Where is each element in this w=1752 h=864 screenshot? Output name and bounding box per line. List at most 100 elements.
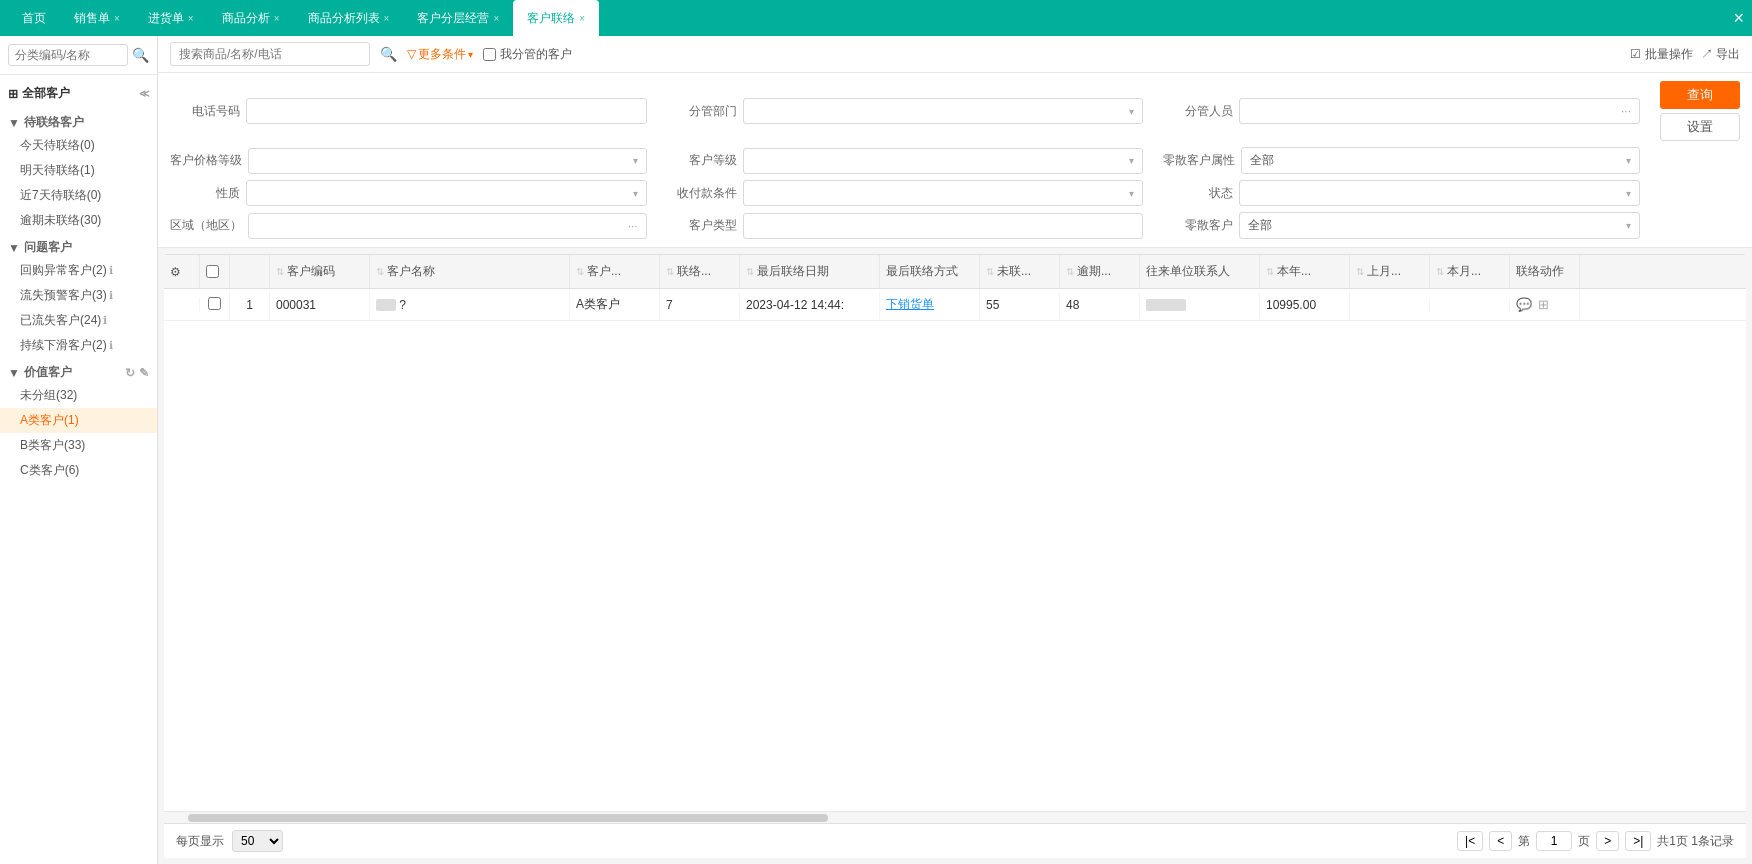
region-select[interactable]: ··· <box>248 213 647 239</box>
page-size-select[interactable]: 50 100 200 <box>232 830 283 852</box>
prev-page-button[interactable]: < <box>1489 831 1512 851</box>
nav-tab-purchase[interactable]: 进货单 × <box>134 0 208 36</box>
sidebar-item-b-class[interactable]: B类客户(33) <box>0 433 157 458</box>
sidebar-search-input[interactable] <box>8 44 128 66</box>
table-scrollbar[interactable] <box>164 811 1746 823</box>
value-refresh-icon[interactable]: ↻ <box>125 366 135 380</box>
a-class-label: A类客户(1) <box>20 412 79 429</box>
filter-row-1: 电话号码 分管部门 ▾ 分管人员 ··· <box>170 81 1740 141</box>
tab-analysis-close[interactable]: × <box>274 13 280 24</box>
last-page-button[interactable]: >| <box>1625 831 1651 851</box>
my-customer-checkbox[interactable] <box>483 48 496 61</box>
contact-sort-icon[interactable]: ⇅ <box>666 266 674 277</box>
retail-customer-select[interactable]: 全部 ▾ <box>1239 212 1640 239</box>
retail-attr-label: 零散客户属性 <box>1163 152 1235 169</box>
filter-search-button[interactable]: 🔍 <box>380 46 397 62</box>
select-all-checkbox[interactable] <box>206 265 219 278</box>
close-all-tabs[interactable]: × <box>1733 8 1744 29</box>
thismonth-sort-icon[interactable]: ⇅ <box>1436 266 1444 277</box>
nav-tab-analysis[interactable]: 商品分析 × <box>208 0 294 36</box>
sidebar-item-7days[interactable]: 近7天待联络(0) <box>0 183 157 208</box>
grid-icon: ⊞ <box>8 87 18 101</box>
sidebar-item-declining[interactable]: 持续下滑客户(2) ℹ <box>0 333 157 358</box>
table-footer: 每页显示 50 100 200 |< < 第 页 > >| 共1页 1条记录 <box>164 823 1746 858</box>
tab-customer-tier-label: 客户分层经营 <box>417 10 489 27</box>
qr-icon[interactable]: ⊞ <box>1538 297 1549 312</box>
value-edit-icon[interactable]: ✎ <box>139 366 149 380</box>
sidebar-item-c-class[interactable]: C类客户(6) <box>0 458 157 483</box>
customer-type-select[interactable] <box>743 213 1144 239</box>
retail-attr-select[interactable]: 全部 ▾ <box>1241 147 1640 174</box>
th-level-label: 客户... <box>587 263 621 280</box>
manager-select[interactable]: ··· <box>1239 98 1640 124</box>
tab-customer-tier-close[interactable]: × <box>493 13 499 24</box>
chat-icon[interactable]: 💬 <box>1516 297 1532 312</box>
th-gear: ⚙ <box>164 255 200 288</box>
page-size-label: 每页显示 <box>176 833 224 850</box>
filter-search-input[interactable] <box>170 42 370 66</box>
customer-level-select[interactable]: ▾ <box>743 148 1144 174</box>
customer-type-label: 客户类型 <box>667 217 737 234</box>
row-checkbox[interactable] <box>208 297 221 310</box>
page-number-input[interactable] <box>1536 831 1572 851</box>
tab-purchase-close[interactable]: × <box>188 13 194 24</box>
scroll-thumb[interactable] <box>188 814 828 822</box>
sidebar-search-icon[interactable]: 🔍 <box>132 47 149 63</box>
row-name-suffix: ? <box>399 298 406 312</box>
lastdate-sort-icon[interactable]: ⇅ <box>746 266 754 277</box>
th-code: ⇅ 客户编码 <box>270 255 370 288</box>
sidebar-item-abnormal[interactable]: 回购异常客户(2) ℹ <box>0 258 157 283</box>
gear-icon[interactable]: ⚙ <box>170 265 181 279</box>
first-page-button[interactable]: |< <box>1457 831 1483 851</box>
code-sort-icon[interactable]: ⇅ <box>276 266 284 277</box>
sidebar-item-overdue[interactable]: 逾期未联络(30) <box>0 208 157 233</box>
sidebar-item-a-class[interactable]: A类客户(1) <box>0 408 157 433</box>
sidebar-item-today[interactable]: 今天待联络(0) <box>0 133 157 158</box>
tab-analysis-list-close[interactable]: × <box>384 13 390 24</box>
thisyear-sort-icon[interactable]: ⇅ <box>1266 266 1274 277</box>
nav-tab-analysis-list[interactable]: 商品分析列表 × <box>294 0 404 36</box>
export-button[interactable]: ↗ 导出 <box>1701 46 1740 63</box>
right-actions: ☑ 批量操作 ↗ 导出 <box>1630 46 1740 63</box>
export-icon: ↗ <box>1701 47 1713 61</box>
dept-select[interactable]: ▾ <box>743 98 1144 124</box>
td-overdue: 48 <box>1060 291 1140 319</box>
level-sort-icon[interactable]: ⇅ <box>576 266 584 277</box>
collapse-icon[interactable]: ≪ <box>139 88 149 99</box>
td-name: ? <box>370 291 570 319</box>
nav-tab-sales[interactable]: 销售单 × <box>60 0 134 36</box>
payment-select[interactable]: ▾ <box>743 180 1144 206</box>
th-name-label: 客户名称 <box>387 263 435 280</box>
row-lastway: 下销货单 <box>886 297 934 311</box>
nav-home[interactable]: 首页 <box>8 0 60 36</box>
td-lastway[interactable]: 下销货单 <box>880 289 980 320</box>
sidebar-item-lost[interactable]: 已流失客户(24) ℹ <box>0 308 157 333</box>
name-sort-icon[interactable]: ⇅ <box>376 266 384 277</box>
sidebar-item-tomorrow[interactable]: 明天待联络(1) <box>0 158 157 183</box>
th-lastway: 最后联络方式 <box>880 255 980 288</box>
uncontact-sort-icon[interactable]: ⇅ <box>986 266 994 277</box>
sidebar-item-loss-warning[interactable]: 流失预警客户(3) ℹ <box>0 283 157 308</box>
tab-sales-close[interactable]: × <box>114 13 120 24</box>
pagination-left: 每页显示 50 100 200 <box>176 830 283 852</box>
sidebar-item-ungroup[interactable]: 未分组(32) <box>0 383 157 408</box>
settings-button[interactable]: 设置 <box>1660 113 1740 141</box>
phone-input[interactable] <box>246 98 647 124</box>
nature-select[interactable]: ▾ <box>246 180 647 206</box>
overdue-sort-icon[interactable]: ⇅ <box>1066 266 1074 277</box>
nav-tab-customer-contact[interactable]: 客户联络 × <box>513 0 599 36</box>
price-level-select[interactable]: ▾ <box>248 148 647 174</box>
next-page-button[interactable]: > <box>1596 831 1619 851</box>
sidebar-all-customers[interactable]: ⊞ 全部客户 ≪ <box>0 79 157 108</box>
th-thisyear: ⇅ 本年... <box>1260 255 1350 288</box>
lastmonth-sort-icon[interactable]: ⇅ <box>1356 266 1364 277</box>
table-area: ⚙ ⇅ 客户编码 ⇅ 客户名称 ⇅ 客户... <box>164 254 1746 858</box>
tab-customer-contact-close[interactable]: × <box>579 13 585 24</box>
nav-tab-customer-tier[interactable]: 客户分层经营 × <box>403 0 513 36</box>
status-select[interactable]: ▾ <box>1239 180 1640 206</box>
batch-op-button[interactable]: ☑ 批量操作 <box>1630 46 1692 63</box>
row-level: A类客户 <box>576 297 620 311</box>
query-button[interactable]: 查询 <box>1660 81 1740 109</box>
my-customer-checkbox-label[interactable]: 我分管的客户 <box>483 46 572 63</box>
more-filter-button[interactable]: ▽ 更多条件 ▾ <box>407 46 473 63</box>
